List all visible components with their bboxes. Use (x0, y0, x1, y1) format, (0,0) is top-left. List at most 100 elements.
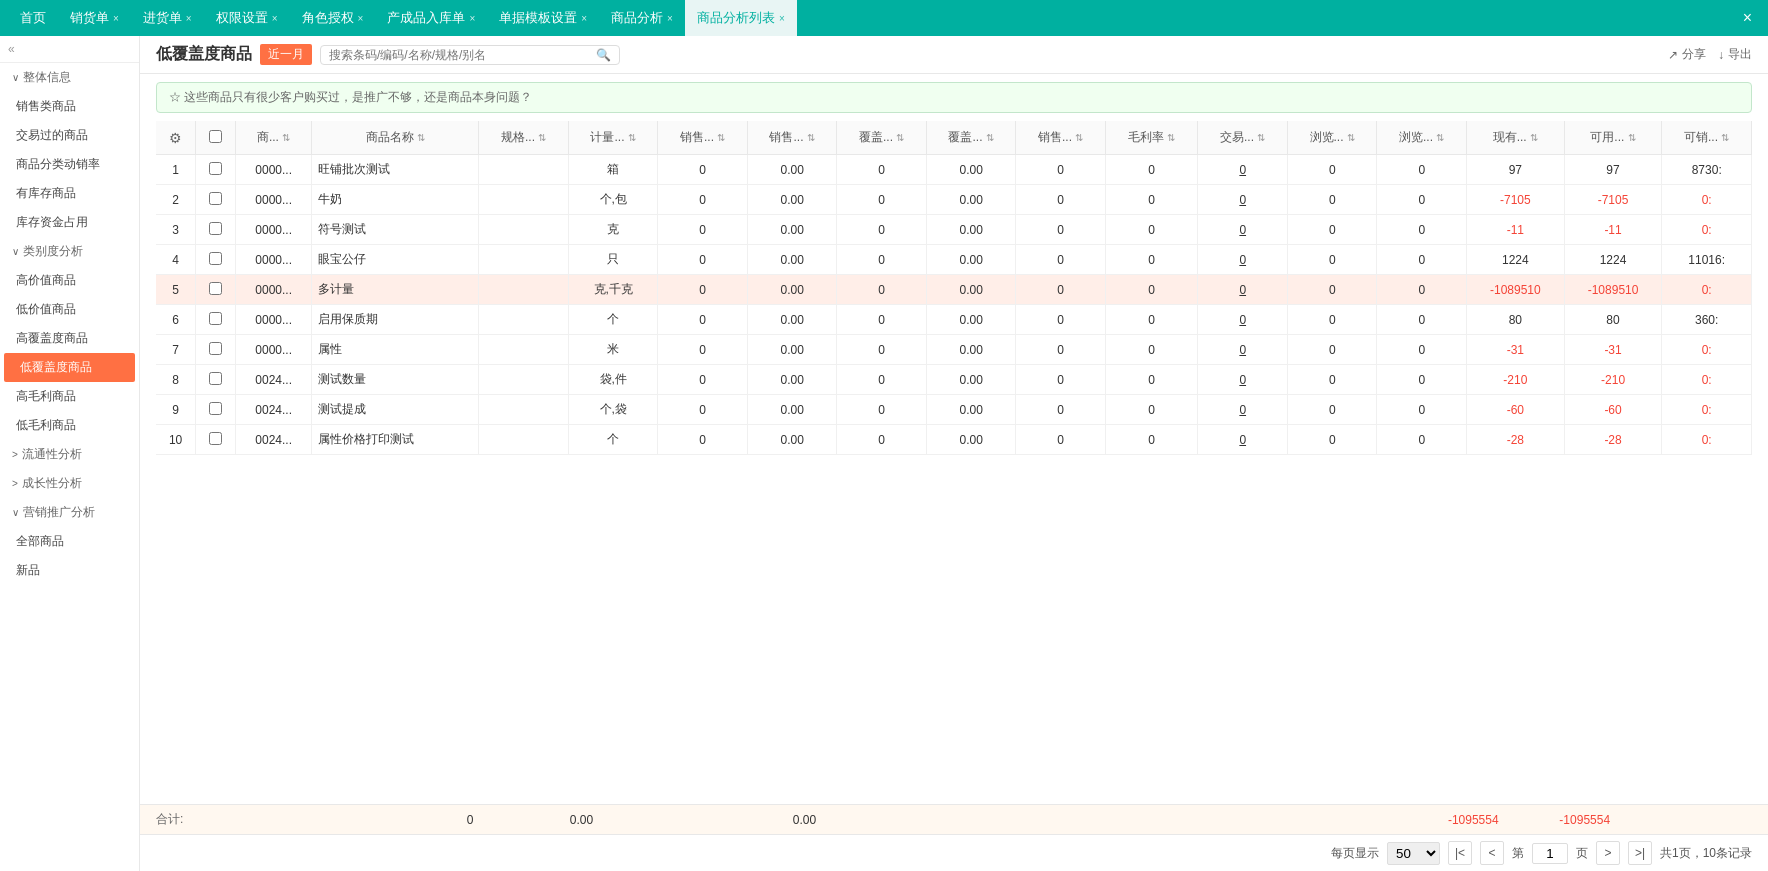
cell-sales_qty: 0 (658, 155, 748, 185)
cell-name[interactable]: 多计量 (312, 275, 479, 305)
sidebar-item-category-sales-rate[interactable]: 商品分类动销率 (0, 150, 139, 179)
th-available[interactable]: 可用... ⇅ (1564, 121, 1662, 155)
row-checkbox[interactable] (209, 342, 222, 355)
th-sales3[interactable]: 销售... ⇅ (1016, 121, 1106, 155)
sidebar-group-growth[interactable]: > 成长性分析 (0, 469, 139, 498)
cell-name[interactable]: 属性价格打印测试 (312, 425, 479, 455)
cell-name[interactable]: 启用保质期 (312, 305, 479, 335)
th-cover2[interactable]: 覆盖... ⇅ (926, 121, 1016, 155)
th-checkbox[interactable] (196, 121, 236, 155)
row-checkbox[interactable] (209, 312, 222, 325)
sidebar-group-marketing[interactable]: ∨ 营销推广分析 (0, 498, 139, 527)
sidebar-group-category[interactable]: ∨ 类别度分析 (0, 237, 139, 266)
th-cover1[interactable]: 覆盖... ⇅ (837, 121, 927, 155)
th-trade[interactable]: 交易... ⇅ (1198, 121, 1288, 155)
row-checkbox[interactable] (209, 282, 222, 295)
row-checkbox[interactable] (209, 192, 222, 205)
row-checkbox[interactable] (209, 222, 222, 235)
sidebar-item-low-value[interactable]: 低价值商品 (0, 295, 139, 324)
th-sales-qty[interactable]: 销售... ⇅ (658, 121, 748, 155)
trade-link[interactable]: 0 (1239, 433, 1246, 447)
th-browse2[interactable]: 浏览... ⇅ (1377, 121, 1467, 155)
th-name[interactable]: 商品名称 ⇅ (312, 121, 479, 155)
sidebar-item-high-coverage[interactable]: 高覆盖度商品 (0, 324, 139, 353)
collapse-button[interactable]: « (8, 42, 15, 56)
cell-name[interactable]: 旺铺批次测试 (312, 155, 479, 185)
nav-product-analysis[interactable]: 商品分析 × (599, 0, 685, 36)
cell-trade: 0 (1198, 395, 1288, 425)
trade-link[interactable]: 0 (1239, 313, 1246, 327)
trade-link[interactable]: 0 (1239, 163, 1246, 177)
select-all-checkbox[interactable] (209, 130, 222, 143)
cell-name[interactable]: 测试数量 (312, 365, 479, 395)
trade-link[interactable]: 0 (1239, 253, 1246, 267)
row-checkbox[interactable] (209, 432, 222, 445)
window-close-button[interactable]: × (1735, 9, 1760, 27)
sidebar-item-inventory-capital[interactable]: 库存资金占用 (0, 208, 139, 237)
th-code[interactable]: 商... ⇅ (236, 121, 312, 155)
sidebar-item-low-coverage[interactable]: 低覆盖度商品 (4, 353, 135, 382)
th-browse1[interactable]: 浏览... ⇅ (1287, 121, 1377, 155)
sidebar-group-liquidity[interactable]: > 流通性分析 (0, 440, 139, 469)
nav-permissions[interactable]: 权限设置 × (204, 0, 290, 36)
row-checkbox[interactable] (209, 402, 222, 415)
page-size-select[interactable]: 50 100 200 (1387, 842, 1440, 865)
time-filter-button[interactable]: 近一月 (260, 44, 312, 65)
first-page-button[interactable]: |< (1448, 841, 1472, 865)
nav-sales-order[interactable]: 销货单 × (58, 0, 131, 36)
nav-close-icon[interactable]: × (272, 13, 278, 24)
row-checkbox[interactable] (209, 162, 222, 175)
cell-trade: 0 (1198, 305, 1288, 335)
th-gross-rate[interactable]: 毛利率 ⇅ (1105, 121, 1198, 155)
cell-name[interactable]: 符号测试 (312, 215, 479, 245)
trade-link[interactable]: 0 (1239, 373, 1246, 387)
last-page-button[interactable]: >| (1628, 841, 1652, 865)
sidebar-item-low-profit[interactable]: 低毛利商品 (0, 411, 139, 440)
th-sellable[interactable]: 可销... ⇅ (1662, 121, 1752, 155)
sidebar-group-overview[interactable]: ∨ 整体信息 (0, 63, 139, 92)
th-settings[interactable]: ⚙ (156, 121, 196, 155)
table-row: 70000...属性米00.0000.0000000-31-310: (156, 335, 1752, 365)
nav-close-icon[interactable]: × (779, 13, 785, 24)
cell-name[interactable]: 测试提成 (312, 395, 479, 425)
nav-close-icon[interactable]: × (358, 13, 364, 24)
th-unit[interactable]: 计量... ⇅ (568, 121, 658, 155)
trade-link[interactable]: 0 (1239, 193, 1246, 207)
nav-close-icon[interactable]: × (186, 13, 192, 24)
trade-link[interactable]: 0 (1239, 283, 1246, 297)
trade-link[interactable]: 0 (1239, 223, 1246, 237)
nav-close-icon[interactable]: × (667, 13, 673, 24)
nav-home[interactable]: 首页 (8, 0, 58, 36)
next-page-button[interactable]: > (1596, 841, 1620, 865)
cell-name[interactable]: 属性 (312, 335, 479, 365)
trade-link[interactable]: 0 (1239, 343, 1246, 357)
nav-close-icon[interactable]: × (581, 13, 587, 24)
sidebar-item-new-products[interactable]: 新品 (0, 556, 139, 585)
row-checkbox[interactable] (209, 252, 222, 265)
nav-finished-goods[interactable]: 产成品入库单 × (375, 0, 487, 36)
sidebar-item-all-products[interactable]: 全部商品 (0, 527, 139, 556)
sidebar-item-high-profit[interactable]: 高毛利商品 (0, 382, 139, 411)
th-sales-amt[interactable]: 销售... ⇅ (747, 121, 837, 155)
nav-role-auth[interactable]: 角色授权 × (290, 0, 376, 36)
sidebar-item-sales-products[interactable]: 销售类商品 (0, 92, 139, 121)
export-button[interactable]: ↓ 导出 (1718, 46, 1752, 63)
share-button[interactable]: ↗ 分享 (1668, 46, 1706, 63)
th-spec[interactable]: 规格... ⇅ (479, 121, 569, 155)
trade-link[interactable]: 0 (1239, 403, 1246, 417)
nav-close-icon[interactable]: × (113, 13, 119, 24)
sidebar-item-high-value[interactable]: 高价值商品 (0, 266, 139, 295)
nav-product-analysis-list[interactable]: 商品分析列表 × (685, 0, 797, 36)
sidebar-item-stock-products[interactable]: 有库存商品 (0, 179, 139, 208)
prev-page-button[interactable]: < (1480, 841, 1504, 865)
th-stock1[interactable]: 现有... ⇅ (1466, 121, 1564, 155)
row-checkbox[interactable] (209, 372, 222, 385)
nav-template-settings[interactable]: 单据模板设置 × (487, 0, 599, 36)
search-input[interactable] (329, 48, 592, 62)
page-input[interactable] (1532, 843, 1568, 864)
nav-close-icon[interactable]: × (469, 13, 475, 24)
cell-name[interactable]: 牛奶 (312, 185, 479, 215)
sidebar-item-traded-products[interactable]: 交易过的商品 (0, 121, 139, 150)
cell-name[interactable]: 眼宝公仔 (312, 245, 479, 275)
nav-purchase-order[interactable]: 进货单 × (131, 0, 204, 36)
